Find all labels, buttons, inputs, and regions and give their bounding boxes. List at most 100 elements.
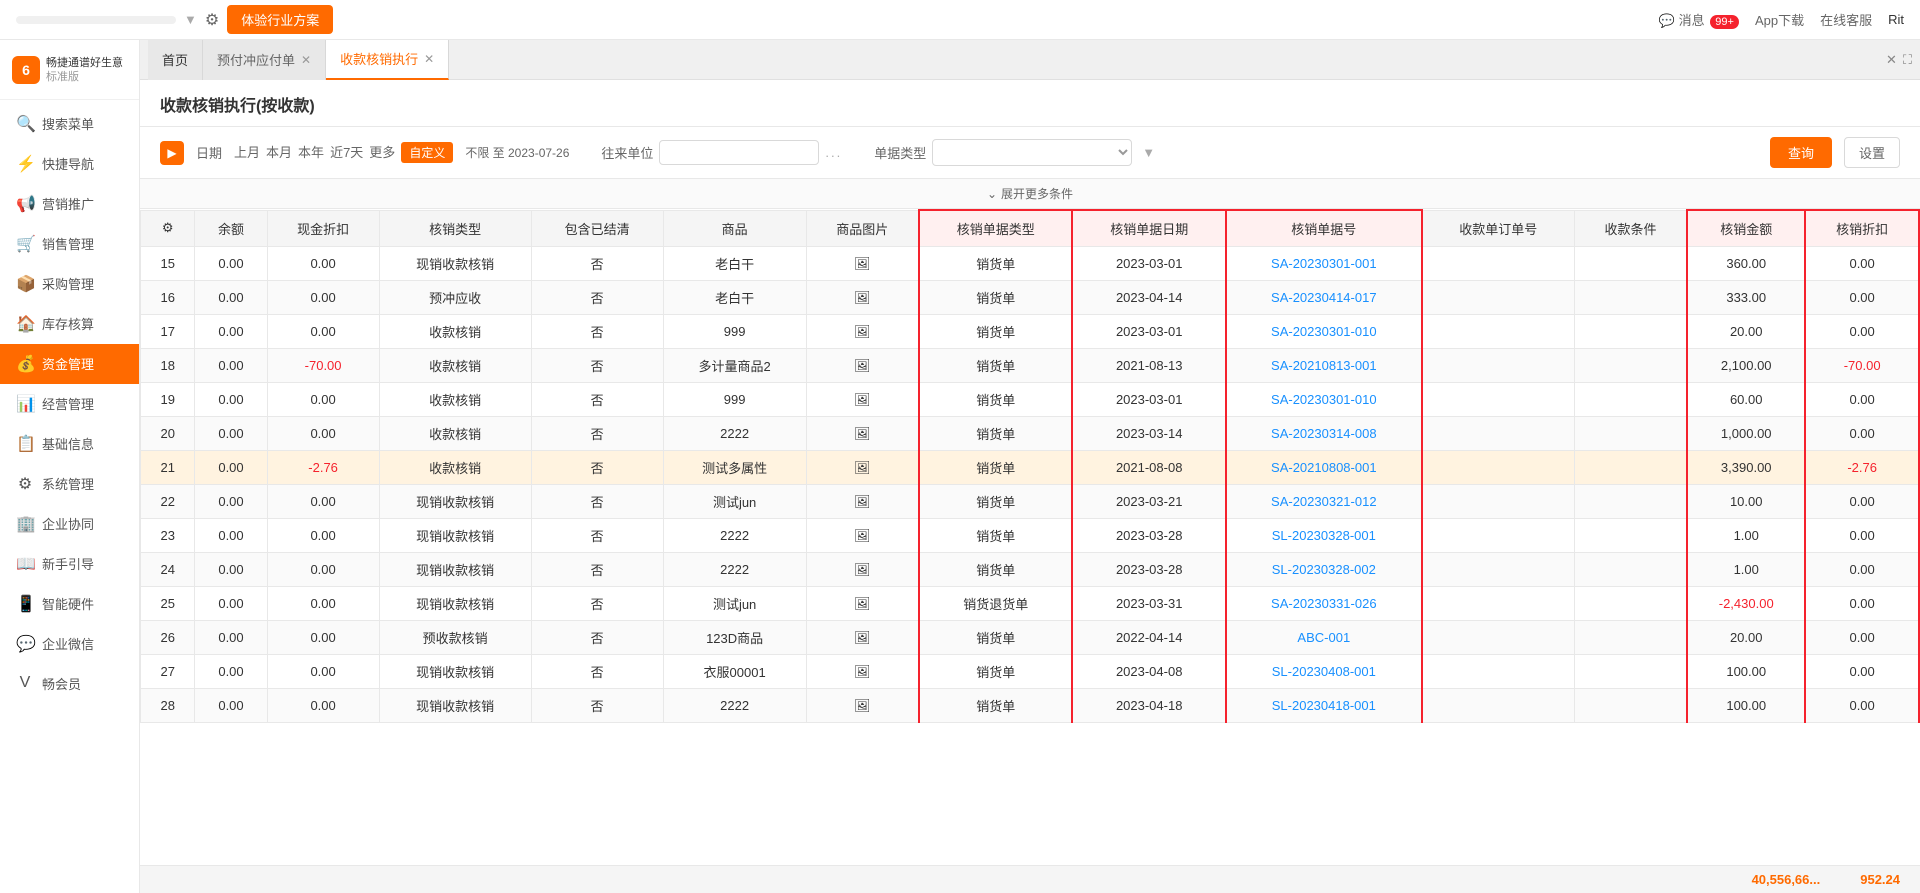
cell-verify-type: 收款核销 xyxy=(379,315,531,349)
cell-verify-bill-no[interactable]: SA-20230301-010 xyxy=(1226,383,1422,417)
voucher-type-select[interactable] xyxy=(932,139,1132,166)
sidebar-item-sales[interactable]: 🛒 销售管理 xyxy=(0,224,139,264)
top-search-input[interactable] xyxy=(16,16,176,24)
sidebar-item-operations[interactable]: 📊 经营管理 xyxy=(0,384,139,424)
sidebar-item-vip[interactable]: V 畅会员 xyxy=(0,664,139,703)
tab-collection-verify[interactable]: 收款核销执行 ✕ xyxy=(326,40,449,80)
sidebar-item-basics[interactable]: 📋 基础信息 xyxy=(0,424,139,464)
sidebar-item-enterprise[interactable]: 🏢 企业协同 xyxy=(0,504,139,544)
filter-dots: ... xyxy=(825,145,842,160)
cell-verify-bill-date: 2023-04-18 xyxy=(1072,689,1225,723)
cell-verify-bill-no[interactable]: SA-20210808-001 xyxy=(1226,451,1422,485)
date-range-display: 不限 至 2023-07-26 xyxy=(465,144,569,161)
query-btn[interactable]: 查询 xyxy=(1770,137,1832,168)
cell-collection-order-no xyxy=(1422,349,1575,383)
cell-row-no: 24 xyxy=(141,553,195,587)
sidebar-item-guide[interactable]: 📖 新手引导 xyxy=(0,544,139,584)
cell-verify-bill-no[interactable]: SA-20230331-026 xyxy=(1226,587,1422,621)
cell-verify-discount: 0.00 xyxy=(1805,519,1919,553)
cell-include-settled: 否 xyxy=(531,655,663,689)
cell-collection-order-no xyxy=(1422,519,1575,553)
cell-verify-bill-no[interactable]: SL-20230408-001 xyxy=(1226,655,1422,689)
cell-collection-order-no xyxy=(1422,451,1575,485)
industry-solution-btn[interactable]: 体验行业方案 xyxy=(227,5,333,34)
tab-close-prepay[interactable]: ✕ xyxy=(301,53,311,67)
source-unit-field: 往来单位 ... xyxy=(601,140,842,165)
cell-verify-bill-date: 2023-03-01 xyxy=(1072,247,1225,281)
tab-prepay[interactable]: 预付冲应付单 ✕ xyxy=(203,40,326,80)
cell-collection-condition xyxy=(1574,451,1687,485)
cell-include-settled: 否 xyxy=(531,519,663,553)
table-row: 280.000.00现销收款核销否2222🖼销货单2023-04-18SL-20… xyxy=(141,689,1920,723)
cell-goods-image: 🖼 xyxy=(806,315,919,349)
user-name[interactable]: Rit xyxy=(1888,12,1904,27)
cell-verify-discount: 0.00 xyxy=(1805,315,1919,349)
sidebar-item-search-menu[interactable]: 🔍 搜索菜单 xyxy=(0,104,139,144)
table-footer: 40,556,66... 952.24 xyxy=(140,865,1920,893)
sidebar-item-purchase[interactable]: 📦 采购管理 xyxy=(0,264,139,304)
date-this-month[interactable]: 本月 xyxy=(266,142,292,163)
cell-goods: 999 xyxy=(663,315,806,349)
sidebar-item-wecom[interactable]: 💬 企业微信 xyxy=(0,624,139,664)
col-verify-amount: 核销金额 xyxy=(1687,210,1805,247)
cell-goods: 测试jun xyxy=(663,587,806,621)
setting-btn[interactable]: 设置 xyxy=(1844,137,1900,168)
cell-verify-bill-no[interactable]: SA-20230314-008 xyxy=(1226,417,1422,451)
gear-icon[interactable]: ⚙ xyxy=(205,10,219,30)
source-unit-input[interactable] xyxy=(659,140,819,165)
cell-verify-bill-no[interactable]: SL-20230418-001 xyxy=(1226,689,1422,723)
col-gear[interactable]: ⚙ xyxy=(141,210,195,247)
cell-cash-discount: 0.00 xyxy=(267,621,379,655)
cell-goods-image: 🖼 xyxy=(806,349,919,383)
cell-verify-bill-no[interactable]: SL-20230328-002 xyxy=(1226,553,1422,587)
page-header: 收款核销执行(按收款) 导出 刷新 xyxy=(140,80,1920,127)
cell-verify-amount: 60.00 xyxy=(1687,383,1805,417)
cell-row-no: 18 xyxy=(141,349,195,383)
sidebar-item-system[interactable]: ⚙ 系统管理 xyxy=(0,464,139,504)
col-verify-type: 核销类型 xyxy=(379,210,531,247)
cell-cash-discount: 0.00 xyxy=(267,655,379,689)
cell-collection-order-no xyxy=(1422,689,1575,723)
sidebar-item-quick-nav[interactable]: ⚡ 快捷导航 xyxy=(0,144,139,184)
table-row: 150.000.00现销收款核销否老白干🖼销货单2023-03-01SA-202… xyxy=(141,247,1920,281)
messages-icon[interactable]: 💬 消息 99+ xyxy=(1659,10,1739,29)
col-collection-order-no: 收款单订单号 xyxy=(1422,210,1575,247)
date-this-year[interactable]: 本年 xyxy=(298,142,324,163)
app-download-link[interactable]: App下载 xyxy=(1755,10,1804,29)
sidebar-item-finance[interactable]: 💰 资金管理 xyxy=(0,344,139,384)
cell-balance: 0.00 xyxy=(195,349,267,383)
cell-verify-bill-no[interactable]: SA-20230414-017 xyxy=(1226,281,1422,315)
cell-verify-bill-no[interactable]: SA-20230301-010 xyxy=(1226,315,1422,349)
table-row: 170.000.00收款核销否999🖼销货单2023-03-01SA-20230… xyxy=(141,315,1920,349)
cell-row-no: 23 xyxy=(141,519,195,553)
date-custom-btn[interactable]: 自定义 xyxy=(401,142,453,163)
close-icon[interactable]: ✕ xyxy=(1886,52,1897,68)
cell-verify-discount: 0.00 xyxy=(1805,417,1919,451)
maximize-icon[interactable]: ⛶ xyxy=(1903,52,1912,68)
col-verify-bill-no: 核销单据号 xyxy=(1226,210,1422,247)
online-service-link[interactable]: 在线客服 xyxy=(1820,10,1872,29)
tab-close-collection-verify[interactable]: ✕ xyxy=(424,52,434,66)
verify-amount-total: 40,556,66... xyxy=(1752,872,1821,887)
filter-toggle-btn[interactable]: ▶ xyxy=(160,141,184,165)
cell-collection-order-no xyxy=(1422,281,1575,315)
cell-verify-bill-no[interactable]: ABC-001 xyxy=(1226,621,1422,655)
cell-verify-bill-no[interactable]: SL-20230328-001 xyxy=(1226,519,1422,553)
cell-verify-bill-no[interactable]: SA-20230301-001 xyxy=(1226,247,1422,281)
cell-verify-bill-no[interactable]: SA-20210813-001 xyxy=(1226,349,1422,383)
expand-more-bar[interactable]: ⌄ 展开更多条件 xyxy=(140,179,1920,209)
sidebar-item-smart-hw[interactable]: 📱 智能硬件 xyxy=(0,584,139,624)
date-more[interactable]: 更多 xyxy=(369,142,395,163)
tab-home[interactable]: 首页 xyxy=(148,40,203,80)
date-last-month[interactable]: 上月 xyxy=(234,142,260,163)
sidebar-item-marketing[interactable]: 📢 营销推广 xyxy=(0,184,139,224)
cell-goods-image: 🖼 xyxy=(806,689,919,723)
date-7days[interactable]: 近7天 xyxy=(330,142,363,163)
cell-collection-condition xyxy=(1574,689,1687,723)
cell-verify-bill-no[interactable]: SA-20230321-012 xyxy=(1226,485,1422,519)
sidebar-item-inventory[interactable]: 🏠 库存核算 xyxy=(0,304,139,344)
page-title: 收款核销执行(按收款) xyxy=(160,92,1900,116)
top-bar: ▼ ⚙ 体验行业方案 💬 消息 99+ App下载 在线客服 Rit xyxy=(0,0,1920,40)
cell-row-no: 19 xyxy=(141,383,195,417)
cell-include-settled: 否 xyxy=(531,689,663,723)
